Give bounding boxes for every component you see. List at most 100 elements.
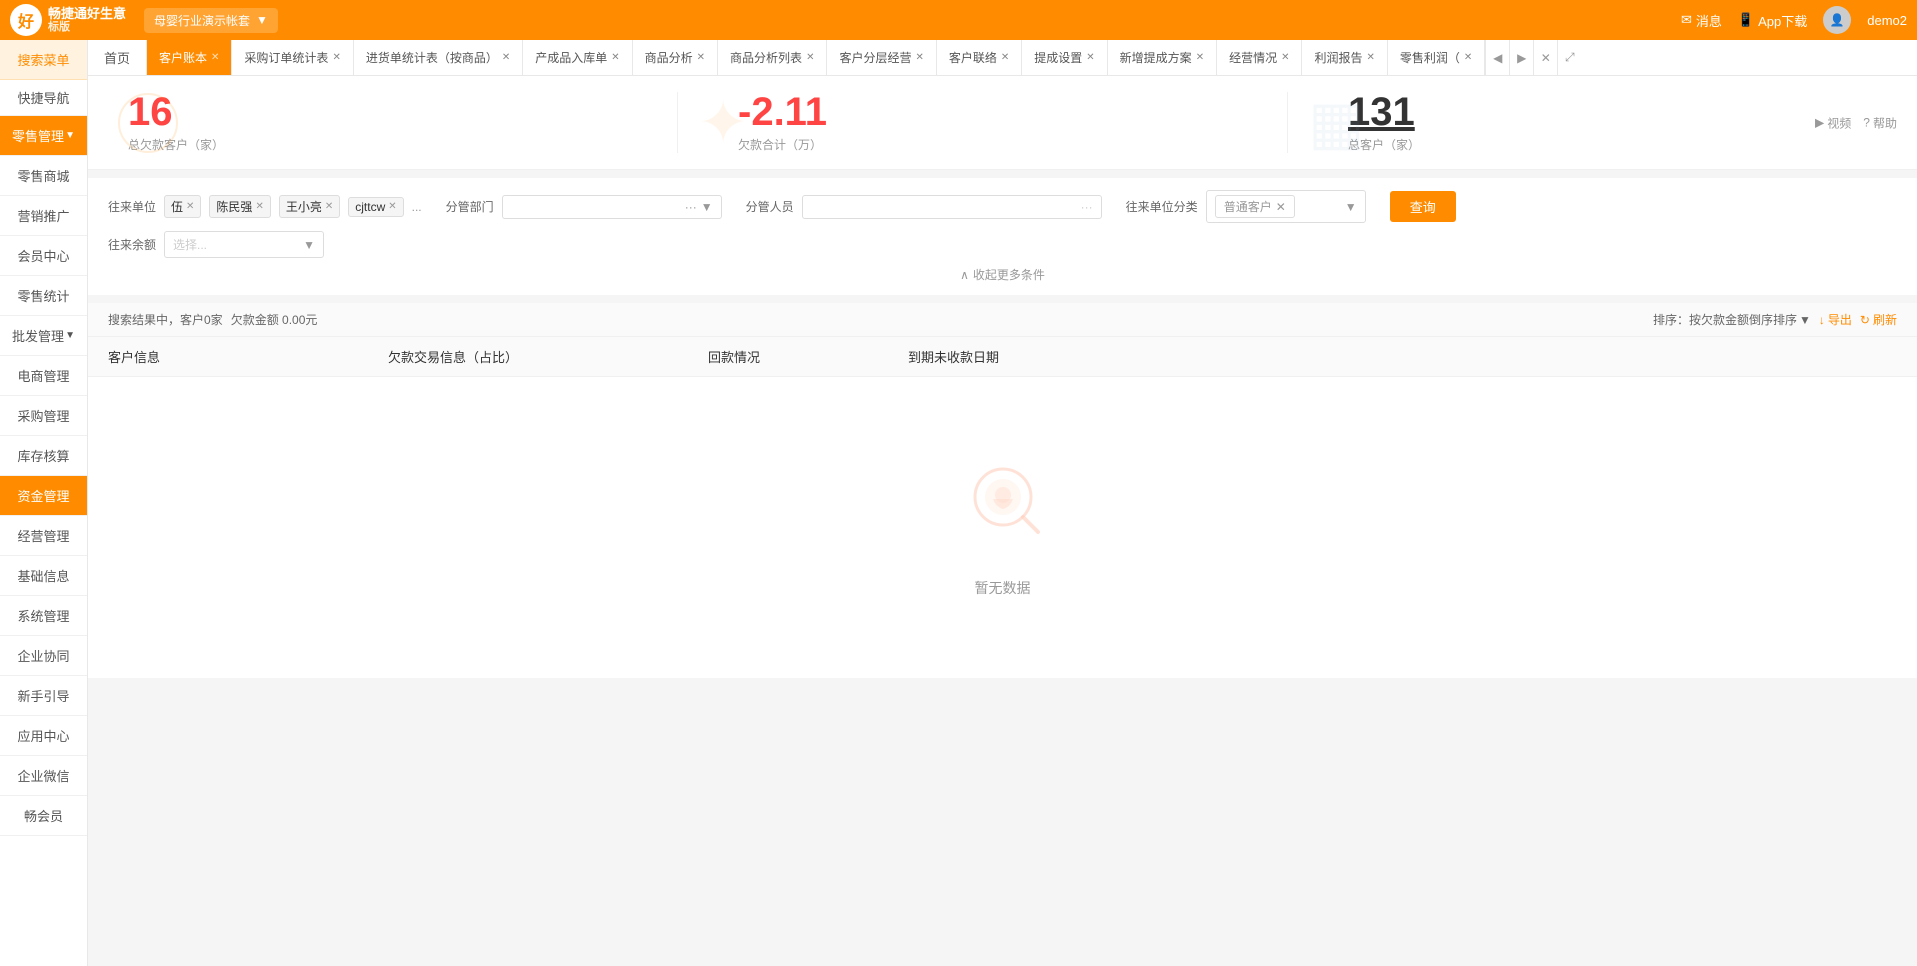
sidebar-item-retail[interactable]: 零售管理 ▼ — [0, 116, 87, 156]
tab-profit-report[interactable]: 利润报告 ✕ — [1302, 40, 1387, 76]
refresh-button[interactable]: ↻ 刷新 — [1860, 311, 1897, 328]
page-content: 16 总欠款客户（家） ✦ -2.11 欠款合计（万） ▦ — [88, 76, 1917, 966]
help-link[interactable]: ? 帮助 — [1863, 114, 1897, 131]
top-bar-right: ✉ 消息 📱 App下载 👤 demo2 — [1681, 6, 1907, 34]
close-icon-11[interactable]: ✕ — [1281, 52, 1289, 63]
sidebar-item-enterprise[interactable]: 企业协同 — [0, 636, 87, 676]
remove-tag-1[interactable]: ✕ — [186, 201, 194, 212]
tab-home[interactable]: 首页 — [88, 40, 147, 76]
tab-purchase-stats-product[interactable]: 进货单统计表（按商品） ✕ — [354, 40, 523, 76]
close-icon-9[interactable]: ✕ — [1086, 52, 1094, 63]
tab-product-analysis[interactable]: 商品分析 ✕ — [633, 40, 718, 76]
query-button[interactable]: 查询 — [1390, 191, 1456, 222]
sidebar-item-marketing[interactable]: 营销推广 — [0, 196, 87, 236]
close-icon-3[interactable]: ✕ — [502, 52, 510, 63]
collapse-button[interactable]: ∧ 收起更多条件 — [108, 266, 1897, 283]
tab-customer-contact[interactable]: 客户联络 ✕ — [937, 40, 1022, 76]
sidebar-item-wholesale[interactable]: 批发管理 ▼ — [0, 316, 87, 356]
chevron-icon-2: ▼ — [65, 330, 75, 341]
help-icon: ? — [1863, 116, 1870, 130]
person-select[interactable]: ··· — [802, 195, 1102, 219]
sidebar-item-purchase[interactable]: 采购管理 — [0, 396, 87, 436]
app-download-button[interactable]: 📱 App下载 — [1738, 11, 1807, 30]
filter-tag-unit3[interactable]: 王小亮 ✕ — [279, 195, 340, 218]
filter-tag-unit2[interactable]: 陈民强 ✕ — [209, 195, 270, 218]
tab-purchase-order-stats[interactable]: 采购订单统计表 ✕ — [232, 40, 353, 76]
sidebar-search[interactable]: 搜索菜单 — [0, 40, 87, 80]
remove-category[interactable]: ✕ — [1276, 200, 1286, 214]
sidebar-item-member2[interactable]: 畅会员 — [0, 796, 87, 836]
tab-retail-profit[interactable]: 零售利润（ ✕ — [1388, 40, 1485, 76]
sidebar: 搜索菜单 快捷导航 零售管理 ▼ 零售商城 营销推广 会员中心 零售统计 批发管… — [0, 40, 88, 966]
tab-prev-btn[interactable]: ◀ — [1485, 40, 1509, 76]
message-icon: ✉ — [1681, 12, 1692, 28]
export-icon: ↓ — [1819, 313, 1825, 327]
tab-commission-settings[interactable]: 提成设置 ✕ — [1022, 40, 1107, 76]
close-icon-2[interactable]: ✕ — [332, 52, 340, 63]
chevron-icon: ▼ — [65, 130, 75, 141]
chevron-dept: ▼ — [701, 200, 713, 214]
close-icon-4[interactable]: ✕ — [611, 52, 619, 63]
close-icon-7[interactable]: ✕ — [915, 52, 923, 63]
filter-more-units[interactable]: ... — [412, 200, 422, 214]
filter-row-1: 往来单位 伍 ✕ 陈民强 ✕ 王小亮 ✕ — [108, 190, 1897, 223]
top-bar-left: 好 畅捷通好生意 标版 母婴行业演示帐套 ▼ — [10, 4, 278, 36]
tab-customer-tier[interactable]: 客户分层经营 ✕ — [827, 40, 936, 76]
avatar[interactable]: 👤 — [1823, 6, 1851, 34]
remove-tag-2[interactable]: ✕ — [255, 201, 263, 212]
col-overdue-date: 到期未收款日期 — [908, 347, 1897, 366]
sidebar-item-finance[interactable]: 资金管理 — [0, 476, 87, 516]
export-button[interactable]: ↓ 导出 — [1819, 311, 1852, 328]
filter-tag-unit4[interactable]: cjttcw ✕ — [348, 197, 403, 217]
sidebar-item-apps[interactable]: 应用中心 — [0, 716, 87, 756]
tab-close-all-btn[interactable]: ✕ — [1533, 40, 1557, 76]
close-icon-8[interactable]: ✕ — [1001, 52, 1009, 63]
result-text: 搜索结果中，客户0家 — [108, 311, 223, 328]
close-icon-10[interactable]: ✕ — [1196, 52, 1204, 63]
sidebar-item-inventory[interactable]: 库存核算 — [0, 436, 87, 476]
category-tag[interactable]: 普通客户 ✕ — [1215, 195, 1295, 218]
stat-value-total: 131 — [1348, 92, 1420, 132]
sidebar-item-guide[interactable]: 新手引导 — [0, 676, 87, 716]
remove-tag-3[interactable]: ✕ — [325, 201, 333, 212]
tab-next-btn[interactable]: ▶ — [1509, 40, 1533, 76]
stat-value-amount: -2.11 — [738, 92, 827, 132]
sidebar-item-wechat[interactable]: 企业微信 — [0, 756, 87, 796]
messages-button[interactable]: ✉ 消息 — [1681, 11, 1722, 30]
sidebar-item-retail-mall[interactable]: 零售商城 — [0, 156, 87, 196]
close-icon-5[interactable]: ✕ — [697, 52, 705, 63]
stat-overdue-customers: 16 总欠款客户（家） — [108, 92, 678, 153]
tab-product-analysis-list[interactable]: 商品分析列表 ✕ — [718, 40, 827, 76]
category-select[interactable]: 普通客户 ✕ ▼ — [1206, 190, 1366, 223]
remove-tag-4[interactable]: ✕ — [388, 201, 396, 212]
sidebar-item-member[interactable]: 会员中心 — [0, 236, 87, 276]
dept-select[interactable]: ··· ▼ — [502, 195, 722, 219]
close-icon-6[interactable]: ✕ — [806, 52, 814, 63]
remain-select[interactable]: 选择... ▼ — [164, 231, 324, 258]
sidebar-item-retail-stats[interactable]: 零售统计 — [0, 276, 87, 316]
tab-finished-goods[interactable]: 产成品入库单 ✕ — [523, 40, 632, 76]
close-icon-12[interactable]: ✕ — [1367, 52, 1375, 63]
tab-customer-ledger[interactable]: 客户账本 ✕ — [147, 40, 232, 76]
account-selector[interactable]: 母婴行业演示帐套 ▼ — [144, 8, 278, 33]
logo-area: 好 畅捷通好生意 标版 — [10, 4, 126, 36]
category-arrow: ▼ — [1345, 200, 1357, 214]
result-bar: 搜索结果中，客户0家 欠款金额 0.00元 排序：按欠款金额倒序排序 ▼ ↓ 导… — [88, 303, 1917, 337]
sidebar-item-basic-info[interactable]: 基础信息 — [0, 556, 87, 596]
result-amount: 欠款金额 0.00元 — [231, 311, 318, 328]
sort-button[interactable]: 排序：按欠款金额倒序排序 ▼ — [1653, 311, 1811, 328]
video-link[interactable]: ▶ 视频 — [1815, 114, 1851, 131]
close-icon-13[interactable]: ✕ — [1464, 52, 1472, 63]
sidebar-item-system[interactable]: 系统管理 — [0, 596, 87, 636]
filter-tag-unit1[interactable]: 伍 ✕ — [164, 195, 201, 218]
tab-fullscreen-btn[interactable]: ⤢ — [1557, 40, 1581, 76]
sidebar-item-operation[interactable]: 经营管理 — [0, 516, 87, 556]
stat-label-amount: 欠款合计（万） — [738, 136, 827, 153]
filter-row-2: 往来余额 选择... ▼ — [108, 231, 1897, 258]
close-icon-1[interactable]: ✕ — [211, 52, 219, 63]
tab-new-commission[interactable]: 新增提成方案 ✕ — [1108, 40, 1217, 76]
stat-overdue-amount: ✦ -2.11 欠款合计（万） — [678, 92, 1288, 153]
sidebar-quicknav[interactable]: 快捷导航 — [0, 80, 87, 116]
sidebar-item-ecommerce[interactable]: 电商管理 — [0, 356, 87, 396]
tab-operations[interactable]: 经营情况 ✕ — [1217, 40, 1302, 76]
